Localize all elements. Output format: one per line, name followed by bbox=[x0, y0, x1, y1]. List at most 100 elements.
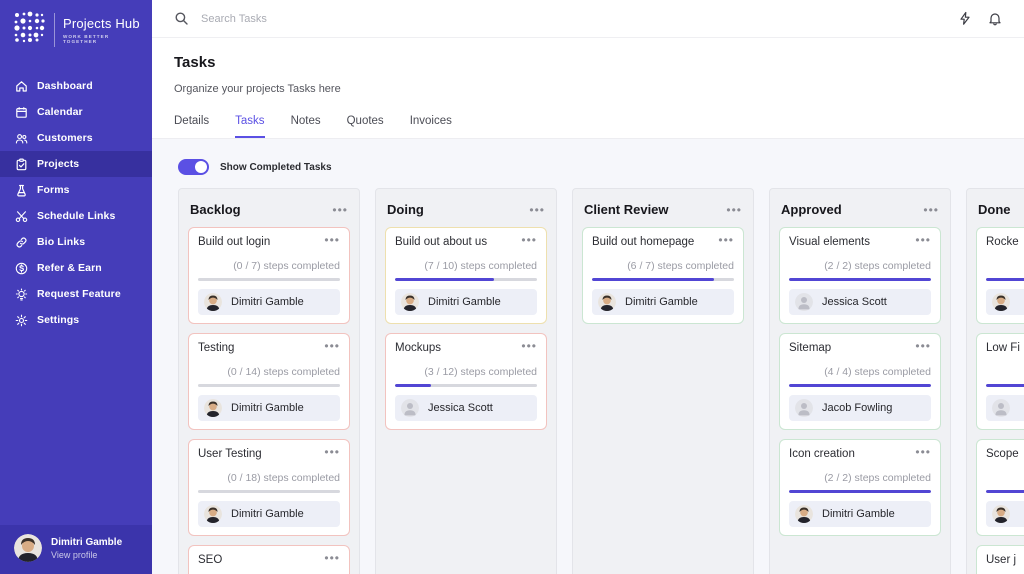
column-backlog: Backlog ••• Build out login ••• (0 / 7) step… bbox=[178, 188, 360, 574]
column-menu-button[interactable]: ••• bbox=[923, 204, 939, 216]
page-header: Tasks Organize your projects Tasks here … bbox=[152, 38, 1024, 139]
avatar bbox=[204, 293, 222, 311]
task-card[interactable]: Sitemap ••• (4 / 4) steps completed Jacob F… bbox=[779, 333, 941, 430]
card-steps-label bbox=[986, 260, 1024, 272]
column-title: Done bbox=[978, 202, 1011, 217]
card-steps-label: (6 / 7) steps completed bbox=[627, 260, 734, 272]
column-menu-button[interactable]: ••• bbox=[726, 204, 742, 216]
search-icon bbox=[174, 11, 189, 26]
assignee-row[interactable]: Dimitri Gamble bbox=[592, 289, 734, 315]
column-title: Client Review bbox=[584, 202, 669, 217]
assignee-row[interactable]: Jessica Scott bbox=[395, 395, 537, 421]
bell-icon[interactable] bbox=[988, 11, 1002, 26]
view-profile-link[interactable]: View profile bbox=[51, 550, 122, 560]
sidebar-item-label: Forms bbox=[37, 184, 70, 196]
assignee-row[interactable]: Dimitri Gamble bbox=[395, 289, 537, 315]
card-menu-button[interactable]: ••• bbox=[915, 446, 931, 458]
task-card[interactable]: Build out about us ••• (7 / 10) steps comp… bbox=[385, 227, 547, 324]
tab-bar: Details Tasks Notes Quotes Invoices bbox=[174, 115, 1002, 138]
assignee-name: Dimitri Gamble bbox=[625, 296, 698, 308]
assignee-row[interactable] bbox=[986, 501, 1024, 527]
task-card[interactable]: User Testing ••• (0 / 18) steps completed D… bbox=[188, 439, 350, 536]
sidebar-item-label: Request Feature bbox=[37, 288, 121, 300]
sidebar-item-bio-links[interactable]: Bio Links bbox=[0, 229, 152, 255]
task-card[interactable]: Icon creation ••• (2 / 2) steps completed D… bbox=[779, 439, 941, 536]
card-menu-button[interactable]: ••• bbox=[915, 234, 931, 246]
card-menu-button[interactable]: ••• bbox=[718, 234, 734, 246]
task-card[interactable]: SEO•••(0 / 14) steps completedDimitri Ga… bbox=[188, 545, 350, 574]
tab-details[interactable]: Details bbox=[174, 115, 209, 138]
assignee-row[interactable]: Jessica Scott bbox=[789, 289, 931, 315]
card-menu-button[interactable]: ••• bbox=[521, 340, 537, 352]
card-steps-label: (3 / 12) steps completed bbox=[424, 366, 537, 378]
column-menu-button[interactable]: ••• bbox=[332, 204, 348, 216]
sidebar-item-projects[interactable]: Projects bbox=[0, 151, 152, 177]
card-menu-button[interactable]: ••• bbox=[324, 446, 340, 458]
sidebar-item-settings[interactable]: Settings bbox=[0, 307, 152, 333]
tab-tasks[interactable]: Tasks bbox=[235, 115, 265, 138]
card-menu-button[interactable]: ••• bbox=[324, 234, 340, 246]
task-card[interactable]: Testing ••• (0 / 14) steps completed Dimitr… bbox=[188, 333, 350, 430]
assignee-row[interactable]: Dimitri Gamble bbox=[789, 501, 931, 527]
assignee-row[interactable]: Dimitri Gamble bbox=[198, 501, 340, 527]
clipboard-icon bbox=[14, 157, 28, 171]
assignee-row[interactable]: Jacob Fowling bbox=[789, 395, 931, 421]
task-card[interactable]: Mockups ••• (3 / 12) steps completed Jessic… bbox=[385, 333, 547, 430]
search-input[interactable] bbox=[201, 12, 501, 25]
card-menu-button[interactable]: ••• bbox=[324, 340, 340, 352]
card-steps-label: (2 / 2) steps completed bbox=[824, 260, 931, 272]
card-title: SEO bbox=[198, 554, 223, 566]
card-menu-button[interactable]: ••• bbox=[324, 552, 340, 564]
task-card[interactable]: Low Fi••• bbox=[976, 333, 1024, 430]
show-completed-toggle[interactable] bbox=[178, 159, 209, 175]
card-title: User Testing bbox=[198, 448, 262, 460]
card-title: Build out about us bbox=[395, 236, 488, 248]
column-title: Backlog bbox=[190, 202, 241, 217]
lightning-icon[interactable] bbox=[958, 11, 972, 26]
tab-invoices[interactable]: Invoices bbox=[410, 115, 452, 138]
column-doing: Doing ••• Build out about us ••• (7 / 10) st… bbox=[375, 188, 557, 574]
task-card[interactable]: Visual elements ••• (2 / 2) steps complete… bbox=[779, 227, 941, 324]
progress-bar bbox=[789, 278, 931, 281]
bulb-icon bbox=[14, 287, 28, 301]
card-title: Sitemap bbox=[789, 342, 832, 354]
tab-notes[interactable]: Notes bbox=[291, 115, 321, 138]
task-card[interactable]: Build out login ••• (0 / 7) steps complete… bbox=[188, 227, 350, 324]
sidebar-item-dashboard[interactable]: Dashboard bbox=[0, 73, 152, 99]
profile-footer[interactable]: Dimitri Gamble View profile bbox=[0, 525, 152, 574]
sidebar-item-forms[interactable]: Forms bbox=[0, 177, 152, 203]
card-menu-button[interactable]: ••• bbox=[915, 340, 931, 352]
assignee-row[interactable] bbox=[986, 395, 1024, 421]
task-card[interactable]: Rocke••• bbox=[976, 227, 1024, 324]
assignee-name: Jessica Scott bbox=[428, 402, 493, 414]
assignee-row[interactable]: Dimitri Gamble bbox=[198, 395, 340, 421]
avatar-placeholder bbox=[795, 293, 813, 311]
progress-bar bbox=[592, 278, 734, 281]
kanban-columns: Backlog ••• Build out login ••• (0 / 7) step… bbox=[178, 188, 1024, 574]
sidebar-item-refer-earn[interactable]: Refer & Earn bbox=[0, 255, 152, 281]
brand-logo: Projects Hub WORK BETTER TOGETHER bbox=[0, 0, 152, 61]
card-title: Low Fi bbox=[986, 342, 1020, 354]
task-card[interactable]: User j••• bbox=[976, 545, 1024, 574]
task-card[interactable]: Scope••• bbox=[976, 439, 1024, 536]
sidebar-item-label: Calendar bbox=[37, 106, 83, 118]
card-steps-label: (0 / 7) steps completed bbox=[233, 260, 340, 272]
sidebar-item-customers[interactable]: Customers bbox=[0, 125, 152, 151]
assignee-name: Dimitri Gamble bbox=[428, 296, 501, 308]
topbar bbox=[152, 0, 1024, 38]
search-bar[interactable] bbox=[174, 11, 946, 26]
card-menu-button[interactable]: ••• bbox=[521, 234, 537, 246]
progress-bar bbox=[395, 278, 537, 281]
sidebar-item-request-feature[interactable]: Request Feature bbox=[0, 281, 152, 307]
task-card[interactable]: Build out homepage ••• (6 / 7) steps compl… bbox=[582, 227, 744, 324]
sidebar-nav: Dashboard Calendar Customers Projects Forms S… bbox=[0, 73, 152, 333]
link-icon bbox=[14, 235, 28, 249]
tab-quotes[interactable]: Quotes bbox=[347, 115, 384, 138]
column-menu-button[interactable]: ••• bbox=[529, 204, 545, 216]
assignee-row[interactable]: Dimitri Gamble bbox=[198, 289, 340, 315]
sidebar-item-schedule-links[interactable]: Schedule Links bbox=[0, 203, 152, 229]
assignee-name: Dimitri Gamble bbox=[231, 402, 304, 414]
sidebar-item-calendar[interactable]: Calendar bbox=[0, 99, 152, 125]
assignee-name: Jessica Scott bbox=[822, 296, 887, 308]
assignee-row[interactable] bbox=[986, 289, 1024, 315]
